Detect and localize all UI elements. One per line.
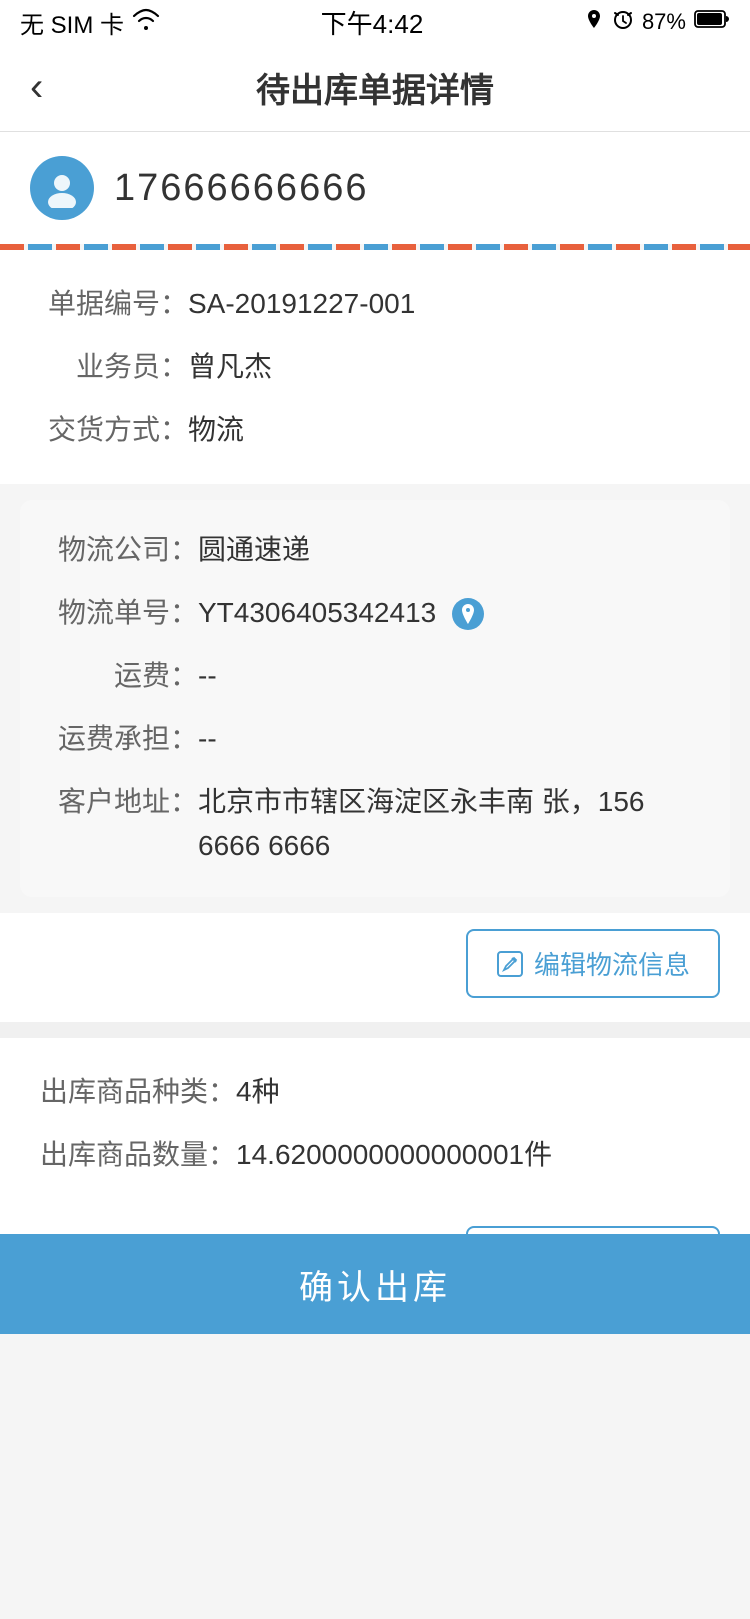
confirm-outbound-button[interactable]: 确认出库	[0, 1234, 750, 1334]
section-divider	[0, 1022, 750, 1038]
freight-bear-value: --	[198, 717, 700, 762]
address-label: 客户地址：	[50, 780, 198, 825]
back-button[interactable]: ‹	[30, 65, 43, 110]
freight-label: 运费：	[50, 654, 198, 699]
status-left: 无 SIM 卡	[20, 5, 160, 40]
tracking-number: YT4306405342413	[198, 591, 436, 636]
user-phone: 17666666666	[114, 167, 368, 210]
location-icon	[584, 8, 604, 36]
goods-quantity-value: 14.6200000000000001件	[236, 1133, 710, 1178]
user-header: 17666666666	[0, 132, 750, 244]
wifi-icon	[132, 8, 160, 37]
salesman-label: 业务员：	[40, 345, 188, 390]
goods-quantity-row: 出库商品数量： 14.6200000000000001件	[40, 1133, 710, 1178]
goods-section: 出库商品种类： 4种 出库商品数量： 14.6200000000000001件	[0, 1038, 750, 1210]
salesman-value: 曾凡杰	[188, 345, 710, 390]
edit-logistics-button[interactable]: 编辑物流信息	[466, 929, 720, 998]
tracking-location-icon[interactable]	[448, 594, 488, 634]
goods-type-label: 出库商品种类：	[40, 1070, 236, 1115]
carrier-label: 无 SIM 卡	[20, 5, 124, 40]
freight-row: 运费： --	[50, 654, 700, 699]
address-row: 客户地址： 北京市市辖区海淀区永丰南 张，156 6666 6666	[50, 780, 700, 870]
tracking-value-row: YT4306405342413	[198, 591, 488, 636]
doc-number-row: 单据编号： SA-20191227-001	[40, 282, 710, 327]
logistics-company-value: 圆通速递	[198, 528, 700, 573]
alarm-icon	[612, 8, 634, 36]
freight-bear-label: 运费承担：	[50, 717, 198, 762]
edit-logistics-label: 编辑物流信息	[534, 945, 690, 982]
status-time: 下午4:42	[321, 4, 424, 41]
confirm-btn-area: 确认出库	[0, 1234, 750, 1334]
logistics-company-row: 物流公司： 圆通速递	[50, 528, 700, 573]
nav-bar: ‹ 待出库单据详情	[0, 44, 750, 132]
goods-quantity-label: 出库商品数量：	[40, 1133, 236, 1178]
tracking-label: 物流单号：	[50, 591, 198, 636]
delivery-label: 交货方式：	[40, 408, 188, 453]
logistics-box: 物流公司： 圆通速递 物流单号： YT4306405342413 运费： -- …	[20, 500, 730, 897]
battery-label: 87%	[642, 9, 686, 35]
tracking-row: 物流单号： YT4306405342413	[50, 591, 700, 636]
status-right: 87%	[584, 8, 730, 36]
freight-value: --	[198, 654, 700, 699]
address-value: 北京市市辖区海淀区永丰南 张，156 6666 6666	[198, 780, 700, 870]
salesman-row: 业务员： 曾凡杰	[40, 345, 710, 390]
document-info-section: 单据编号： SA-20191227-001 业务员： 曾凡杰 交货方式： 物流	[0, 250, 750, 484]
doc-number-value: SA-20191227-001	[188, 282, 710, 327]
delivery-row: 交货方式： 物流	[40, 408, 710, 453]
page-title: 待出库单据详情	[256, 63, 494, 112]
avatar	[30, 156, 94, 220]
freight-bear-row: 运费承担： --	[50, 717, 700, 762]
delivery-value: 物流	[188, 408, 710, 453]
edit-btn-row: 编辑物流信息	[0, 913, 750, 1022]
battery-icon	[694, 9, 730, 35]
goods-type-row: 出库商品种类： 4种	[40, 1070, 710, 1115]
content-spacer	[0, 1319, 750, 1519]
doc-number-label: 单据编号：	[40, 282, 188, 327]
logistics-company-label: 物流公司：	[50, 528, 198, 573]
status-bar: 无 SIM 卡 下午4:42	[0, 0, 750, 44]
goods-type-value: 4种	[236, 1070, 710, 1115]
